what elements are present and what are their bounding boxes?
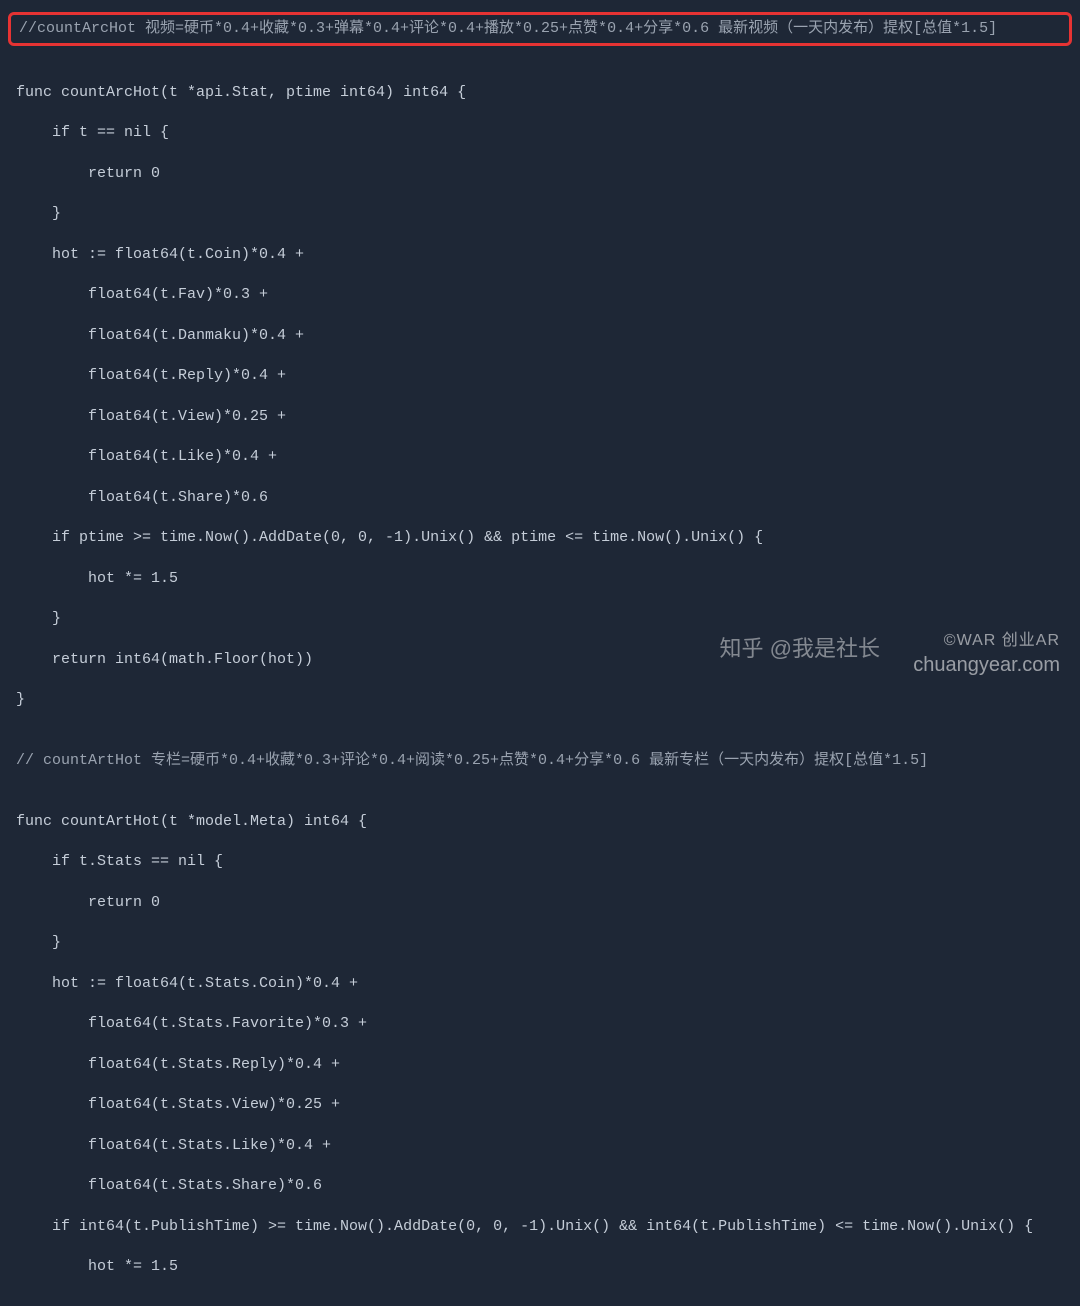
code-line: return 0	[16, 893, 1064, 913]
code-line: }	[16, 690, 1064, 710]
code-line: float64(t.Share)*0.6	[16, 488, 1064, 508]
code-line: hot *= 1.5	[16, 1257, 1064, 1277]
brand-watermark-line2: chuangyear.com	[913, 652, 1060, 679]
code-line: }	[16, 609, 1064, 629]
code-line: if ptime >= time.Now().AddDate(0, 0, -1)…	[16, 528, 1064, 548]
code-line: float64(t.Stats.Share)*0.6	[16, 1176, 1064, 1196]
code-line: if t.Stats == nil {	[16, 852, 1064, 872]
zhihu-watermark: 知乎 @我是社长	[720, 634, 880, 664]
code-line: }	[16, 933, 1064, 953]
code-line: if t == nil {	[16, 123, 1064, 143]
code-line: float64(t.Stats.Favorite)*0.3 +	[16, 1014, 1064, 1034]
highlighted-comment-text: //countArcHot 视频=硬币*0.4+收藏*0.3+弹幕*0.4+评论…	[19, 19, 1061, 39]
code-line: hot := float64(t.Stats.Coin)*0.4 +	[16, 974, 1064, 994]
code-line: float64(t.Stats.Like)*0.4 +	[16, 1136, 1064, 1156]
highlighted-comment-box: //countArcHot 视频=硬币*0.4+收藏*0.3+弹幕*0.4+评论…	[8, 12, 1072, 46]
code-line: float64(t.Danmaku)*0.4 +	[16, 326, 1064, 346]
code-line: }	[16, 204, 1064, 224]
code-line: func countArcHot(t *api.Stat, ptime int6…	[16, 83, 1064, 103]
code-line: float64(t.View)*0.25 +	[16, 407, 1064, 427]
code-line: return 0	[16, 164, 1064, 184]
code-line: float64(t.Stats.Reply)*0.4 +	[16, 1055, 1064, 1075]
code-line: hot *= 1.5	[16, 569, 1064, 589]
brand-watermark-line1: ©WAR 创业AR	[913, 630, 1060, 652]
code-line: return int64(math.Floor(hot))	[16, 650, 1064, 670]
code-editor-content: func countArcHot(t *api.Stat, ptime int6…	[0, 54, 1080, 1305]
code-line: func countArtHot(t *model.Meta) int64 {	[16, 812, 1064, 832]
code-line: float64(t.Reply)*0.4 +	[16, 366, 1064, 386]
code-line: hot := float64(t.Coin)*0.4 +	[16, 245, 1064, 265]
code-comment-line: // countArtHot 专栏=硬币*0.4+收藏*0.3+评论*0.4+阅…	[16, 751, 1064, 771]
code-line: float64(t.Like)*0.4 +	[16, 447, 1064, 467]
code-line: if int64(t.PublishTime) >= time.Now().Ad…	[16, 1217, 1064, 1237]
code-line: float64(t.Stats.View)*0.25 +	[16, 1095, 1064, 1115]
brand-watermark: ©WAR 创业AR chuangyear.com	[913, 630, 1060, 679]
code-line: float64(t.Fav)*0.3 +	[16, 285, 1064, 305]
